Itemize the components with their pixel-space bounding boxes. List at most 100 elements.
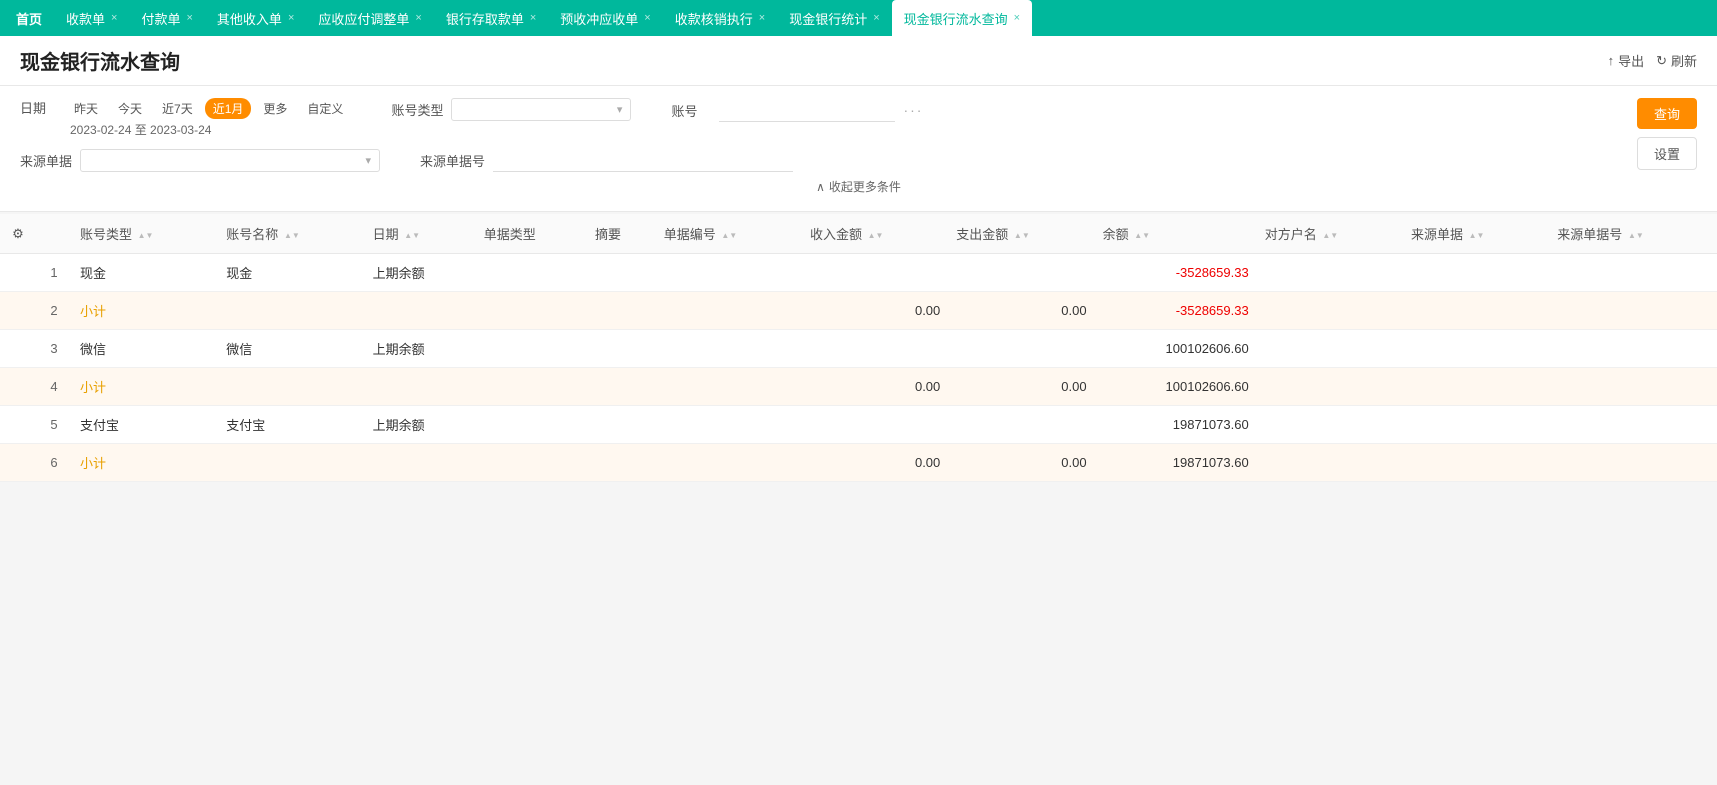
nav-cash-bank-stat-close[interactable]: × [873,12,879,24]
gear-icon: ⚙ [12,226,24,241]
nav-ar-ap-adjust-close[interactable]: × [415,12,421,24]
date-option-today[interactable]: 今天 [110,98,150,119]
row-date [365,292,476,330]
more-dots-icon[interactable]: ··· [903,102,923,118]
nav-cash-bank-stat-label: 现金银行统计 [789,9,867,28]
nav-cash-flow-query-label: 现金银行流水查询 [904,9,1008,28]
table-row[interactable]: 6 小计 0.00 0.00 19871073.60 [0,444,1717,482]
nav-prepay-offset-close[interactable]: × [644,12,650,24]
row-income [802,254,948,292]
data-table: ⚙ 账号类型 ▲▼ 账号名称 ▲▼ 日期 ▲▼ 单据类型 [0,214,1717,482]
th-expense[interactable]: 支出金额 ▲▼ [948,214,1094,254]
date-option-7days[interactable]: 近7天 [154,98,201,119]
th-account-name[interactable]: 账号名称 ▲▼ [218,214,364,254]
row-counterparty [1257,254,1403,292]
row-source-doc [1403,330,1549,368]
row-account-name [218,368,364,406]
query-button[interactable]: 查询 [1637,98,1697,129]
nav-bank-deposit-label: 银行存取款单 [446,9,524,28]
nav-ar-ap-adjust[interactable]: 应收应付调整单 × [306,0,433,36]
date-option-1month[interactable]: 近1月 [205,98,252,119]
nav-cash-flow-query[interactable]: 现金银行流水查询 × [892,0,1032,36]
row-balance: -3528659.33 [1095,292,1257,330]
row-gear[interactable] [0,444,36,482]
nav-payment-close[interactable]: × [186,12,192,24]
sort-arrows-income: ▲▼ [868,232,884,240]
account-input[interactable] [719,98,895,122]
row-doc-no [656,406,802,444]
row-index: 6 [36,444,72,482]
row-index: 2 [36,292,72,330]
table-row[interactable]: 5 支付宝 支付宝 上期余额 19871073.60 [0,406,1717,444]
collapse-bar[interactable]: ∧ 收起更多条件 [20,172,1697,199]
row-gear[interactable] [0,330,36,368]
th-gear[interactable]: ⚙ [0,214,36,254]
table-row[interactable]: 2 小计 0.00 0.00 -3528659.33 [0,292,1717,330]
date-option-yesterday[interactable]: 昨天 [66,98,106,119]
nav-bank-deposit[interactable]: 银行存取款单 × [434,0,548,36]
source-doc-num-input[interactable] [493,148,793,172]
source-doc-select[interactable]: ▾ [80,149,380,172]
date-options: 昨天 今天 近7天 近1月 更多 自定义 [66,98,351,119]
nav-other-income[interactable]: 其他收入单 × [205,0,306,36]
row-date: 上期余额 [365,406,476,444]
account-type-arrow-icon: ▾ [617,103,623,116]
row-gear[interactable] [0,406,36,444]
row-index: 1 [36,254,72,292]
nav-receipt-close[interactable]: × [111,12,117,24]
row-expense [948,406,1094,444]
row-counterparty [1257,368,1403,406]
row-summary [587,368,656,406]
row-income [802,406,948,444]
row-counterparty [1257,406,1403,444]
date-option-custom[interactable]: 自定义 [299,98,351,119]
nav-receipt-verify[interactable]: 收款核销执行 × [663,0,777,36]
date-option-more[interactable]: 更多 [255,98,295,119]
th-counterparty[interactable]: 对方户名 ▲▼ [1257,214,1403,254]
th-source-doc[interactable]: 来源单据 ▲▼ [1403,214,1549,254]
refresh-button[interactable]: ↻ 刷新 [1656,51,1697,70]
th-date[interactable]: 日期 ▲▼ [365,214,476,254]
th-income[interactable]: 收入金额 ▲▼ [802,214,948,254]
export-button[interactable]: ↑ 导出 [1608,51,1645,70]
row-account-type: 微信 [72,330,218,368]
sort-arrows-doc-no: ▲▼ [721,232,737,240]
nav-other-income-close[interactable]: × [288,12,294,24]
nav-bank-deposit-close[interactable]: × [530,12,536,24]
nav-home[interactable]: 首页 [4,0,54,36]
table-row[interactable]: 4 小计 0.00 0.00 100102606.60 [0,368,1717,406]
nav-receipt[interactable]: 收款单 × [54,0,129,36]
row-income: 0.00 [802,292,948,330]
nav-cash-flow-query-close[interactable]: × [1014,12,1020,24]
row-expense: 0.00 [948,292,1094,330]
header-actions: ↑ 导出 ↻ 刷新 [1608,51,1697,70]
nav-receipt-label: 收款单 [66,9,105,28]
nav-prepay-offset[interactable]: 预收冲应收单 × [548,0,662,36]
row-account-name [218,292,364,330]
row-expense: 0.00 [948,444,1094,482]
settings-button[interactable]: 设置 [1637,137,1697,170]
row-account-name [218,444,364,482]
th-balance[interactable]: 余额 ▲▼ [1095,214,1257,254]
account-type-select[interactable]: ▾ [451,98,631,121]
th-source-doc-no[interactable]: 来源单据号 ▲▼ [1549,214,1717,254]
sort-arrows-expense: ▲▼ [1014,232,1030,240]
row-counterparty [1257,330,1403,368]
row-gear[interactable] [0,368,36,406]
table-row[interactable]: 3 微信 微信 上期余额 100102606.60 [0,330,1717,368]
th-account-type[interactable]: 账号类型 ▲▼ [72,214,218,254]
row-account-type: 小计 [72,292,218,330]
table-row[interactable]: 1 现金 现金 上期余额 -3528659.33 [0,254,1717,292]
nav-payment[interactable]: 付款单 × [129,0,204,36]
row-gear[interactable] [0,254,36,292]
row-source-doc-no [1549,406,1717,444]
page-header: 现金银行流水查询 ↑ 导出 ↻ 刷新 [0,36,1717,86]
nav-cash-bank-stat[interactable]: 现金银行统计 × [777,0,891,36]
th-doc-no[interactable]: 单据编号 ▲▼ [656,214,802,254]
row-doc-type [476,254,587,292]
nav-other-income-label: 其他收入单 [217,9,282,28]
sort-arrows-source-doc: ▲▼ [1469,232,1485,240]
row-gear[interactable] [0,292,36,330]
nav-receipt-verify-close[interactable]: × [759,12,765,24]
row-account-type: 小计 [72,444,218,482]
